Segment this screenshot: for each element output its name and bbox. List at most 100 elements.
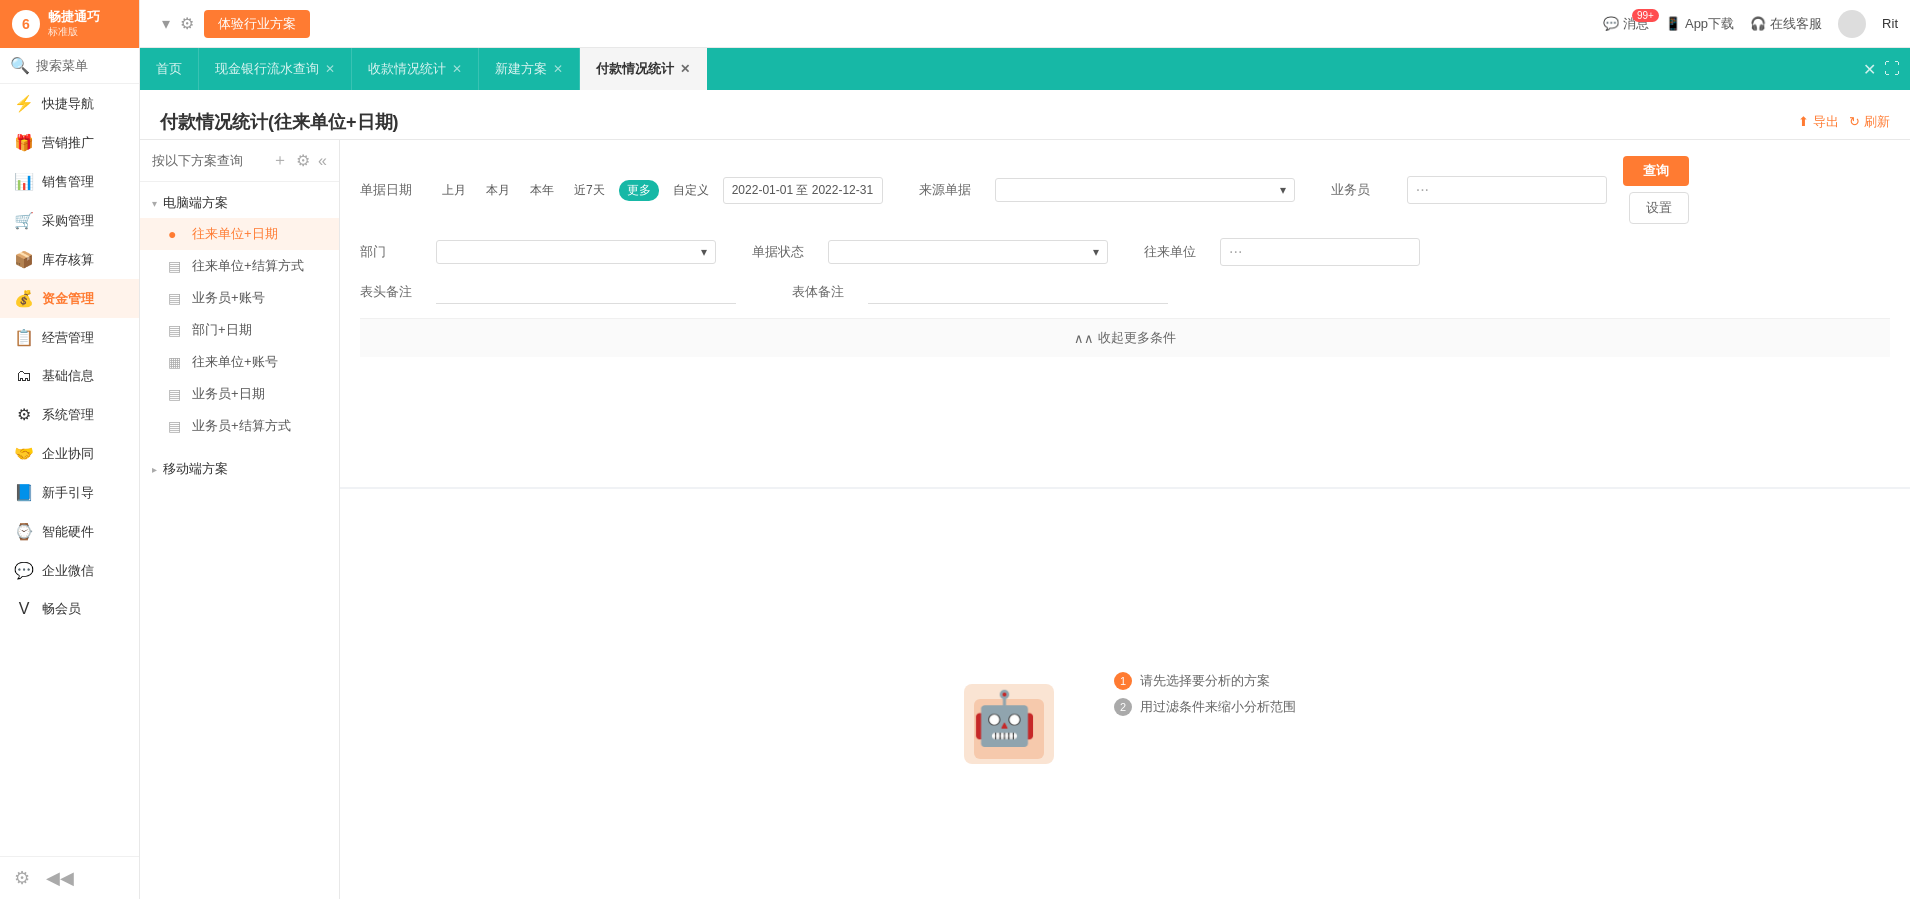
scheme-group-mobile[interactable]: ▸ 移动端方案 (140, 454, 339, 484)
search-menu-item[interactable]: 🔍 搜索菜单 (0, 48, 139, 84)
dept-select[interactable] (436, 240, 716, 264)
shortcut-this-year[interactable]: 本年 (524, 180, 560, 201)
sidebar-item-inventory[interactable]: 📦 库存核算 (0, 240, 139, 279)
collapse-panel-icon[interactable]: « (318, 152, 327, 170)
tab-bank[interactable]: 现金银行流水查询 ✕ (199, 48, 352, 90)
doc-status-select[interactable] (828, 240, 1108, 264)
shortcut-custom[interactable]: 自定义 (667, 180, 715, 201)
vip-icon: V (14, 600, 34, 618)
export-icon: ⬆ (1798, 114, 1809, 129)
scheme-group-desktop[interactable]: ▾ 电脑端方案 (140, 188, 339, 218)
sales-icon: 📊 (14, 172, 34, 191)
avatar (1838, 10, 1866, 38)
tip-num-2: 2 (1114, 698, 1132, 716)
header-note-input[interactable] (436, 280, 736, 304)
messages-btn[interactable]: 💬 消息 99+ (1603, 15, 1649, 33)
collapse-more-button[interactable]: ∧∧ 收起更多条件 (360, 318, 1890, 357)
scheme-item-salesman-date[interactable]: ▤ 业务员+日期 (140, 378, 339, 410)
shortcut-last-month[interactable]: 上月 (436, 180, 472, 201)
scheme-item-unit-payment[interactable]: ▤ 往来单位+结算方式 (140, 250, 339, 282)
shortcut-this-month[interactable]: 本月 (480, 180, 516, 201)
tab-close-all-icon[interactable]: ✕ (1863, 60, 1876, 79)
refresh-button[interactable]: ↻ 刷新 (1849, 113, 1890, 131)
export-button[interactable]: ⬆ 导出 (1798, 113, 1839, 131)
body-note-input[interactable] (868, 280, 1168, 304)
enterprise-icon: 🤝 (14, 444, 34, 463)
tab-new-scheme-close[interactable]: ✕ (553, 62, 563, 76)
scheme-item-unit-date[interactable]: ● 往来单位+日期 (140, 218, 339, 250)
sidebar-item-marketing[interactable]: 🎁 营销推广 (0, 123, 139, 162)
tab-bank-close[interactable]: ✕ (325, 62, 335, 76)
filter-row-3: 表头备注 表体备注 (360, 280, 1890, 304)
query-button[interactable]: 查询 (1623, 156, 1689, 186)
source-select[interactable] (995, 178, 1295, 202)
app-download-btn[interactable]: 📱 App下载 (1665, 15, 1734, 33)
sidebar-item-quick[interactable]: ⚡ 快捷导航 (0, 84, 139, 123)
tab-home[interactable]: 首页 (140, 48, 199, 90)
download-icon: 📱 (1665, 16, 1681, 31)
quick-icon: ⚡ (14, 94, 34, 113)
partner-input[interactable]: ··· (1220, 238, 1420, 266)
marketing-icon: 🎁 (14, 133, 34, 152)
settings-button[interactable]: 设置 (1629, 192, 1689, 224)
topbar: ▾ ⚙ 体验行业方案 💬 消息 99+ 📱 App下载 🎧 在线客服 Rit (140, 0, 1910, 48)
sidebar-item-vip[interactable]: V 畅会员 (0, 590, 139, 628)
sidebar: 6 畅捷通巧 标准版 🔍 搜索菜单 ⚡ 快捷导航 🎁 营销推广 📊 销售管理 🛒… (0, 0, 140, 899)
refresh-icon: ↻ (1849, 114, 1860, 129)
sidebar-item-hardware[interactable]: ⌚ 智能硬件 (0, 512, 139, 551)
sidebar-item-system[interactable]: ⚙ 系统管理 (0, 395, 139, 434)
empty-illustration: 🤖 (954, 644, 1074, 744)
topbar-dropdown-icon[interactable]: ▾ (162, 14, 170, 33)
tabbar: 首页 现金银行流水查询 ✕ 收款情况统计 ✕ 新建方案 ✕ 付款情况统计 ✕ ✕… (140, 48, 1910, 90)
tab-payment-close[interactable]: ✕ (680, 62, 690, 76)
scheme-section-mobile: ▸ 移动端方案 (140, 448, 339, 490)
user-name[interactable]: Rit (1882, 16, 1898, 31)
logo-text: 畅捷通巧 标准版 (48, 9, 100, 39)
tip-num-1: 1 (1114, 672, 1132, 690)
salesman-input[interactable]: ··· (1407, 176, 1607, 204)
service-icon: 🎧 (1750, 16, 1766, 31)
query-btn-col: 查询 设置 (1623, 156, 1689, 224)
tab-collection-close[interactable]: ✕ (452, 62, 462, 76)
shortcut-7days[interactable]: 近7天 (568, 180, 611, 201)
tabbar-actions: ✕ ⛶ (1853, 48, 1910, 90)
source-select-chevron (1280, 183, 1286, 197)
sidebar-item-sales[interactable]: 📊 销售管理 (0, 162, 139, 201)
topbar-gear-icon[interactable]: ⚙ (180, 14, 194, 33)
online-service-btn[interactable]: 🎧 在线客服 (1750, 15, 1822, 33)
add-scheme-icon[interactable]: ＋ (272, 150, 288, 171)
doc-status-select-chevron (1093, 245, 1099, 259)
sidebar-item-operations[interactable]: 📋 经营管理 (0, 318, 139, 357)
unit-payment-icon: ▤ (168, 258, 184, 274)
empty-tip-1: 1 请先选择要分析的方案 (1114, 672, 1296, 690)
logo-area: 6 畅捷通巧 标准版 (0, 0, 139, 48)
robot-icon: 🤖 (972, 688, 1037, 749)
shortcut-more[interactable]: 更多 (619, 180, 659, 201)
trial-button[interactable]: 体验行业方案 (204, 10, 310, 38)
sidebar-item-basic[interactable]: 🗂 基础信息 (0, 357, 139, 395)
scheme-item-unit-account[interactable]: ▦ 往来单位+账号 (140, 346, 339, 378)
panel-header: 按以下方案查询 ＋ ⚙ « (140, 140, 339, 182)
settings-bottom-icon[interactable]: ⚙ (14, 867, 30, 889)
sidebar-item-enterprise[interactable]: 🤝 企业协同 (0, 434, 139, 473)
scheme-item-salesman-account[interactable]: ▤ 业务员+账号 (140, 282, 339, 314)
sidebar-item-fund[interactable]: 💰 资金管理 (0, 279, 139, 318)
sidebar-item-purchase[interactable]: 🛒 采购管理 (0, 201, 139, 240)
tab-payment[interactable]: 付款情况统计 ✕ (580, 48, 707, 90)
scheme-item-dept-date[interactable]: ▤ 部门+日期 (140, 314, 339, 346)
filter-area: 单据日期 上月 本月 本年 近7天 更多 自定义 2022-01-01 至 20… (340, 140, 1910, 487)
tab-collection[interactable]: 收款情况统计 ✕ (352, 48, 479, 90)
scheme-settings-icon[interactable]: ⚙ (296, 151, 310, 170)
unit-date-icon: ● (168, 226, 184, 242)
tab-new-scheme[interactable]: 新建方案 ✕ (479, 48, 580, 90)
wechat-icon: 💬 (14, 561, 34, 580)
page-title: 付款情况统计(往来单位+日期) (160, 110, 399, 134)
sidebar-item-guide[interactable]: 📘 新手引导 (0, 473, 139, 512)
dept-date-icon: ▤ (168, 322, 184, 338)
tab-expand-icon[interactable]: ⛶ (1884, 60, 1900, 78)
empty-state: 🤖 1 请先选择要分析的方案 2 用过滤条件来缩小分析范围 (340, 489, 1910, 900)
collapse-sidebar-icon[interactable]: ◀◀ (46, 867, 74, 889)
date-range-input[interactable]: 2022-01-01 至 2022-12-31 (723, 177, 883, 204)
scheme-item-salesman-payment[interactable]: ▤ 业务员+结算方式 (140, 410, 339, 442)
sidebar-item-wechat[interactable]: 💬 企业微信 (0, 551, 139, 590)
